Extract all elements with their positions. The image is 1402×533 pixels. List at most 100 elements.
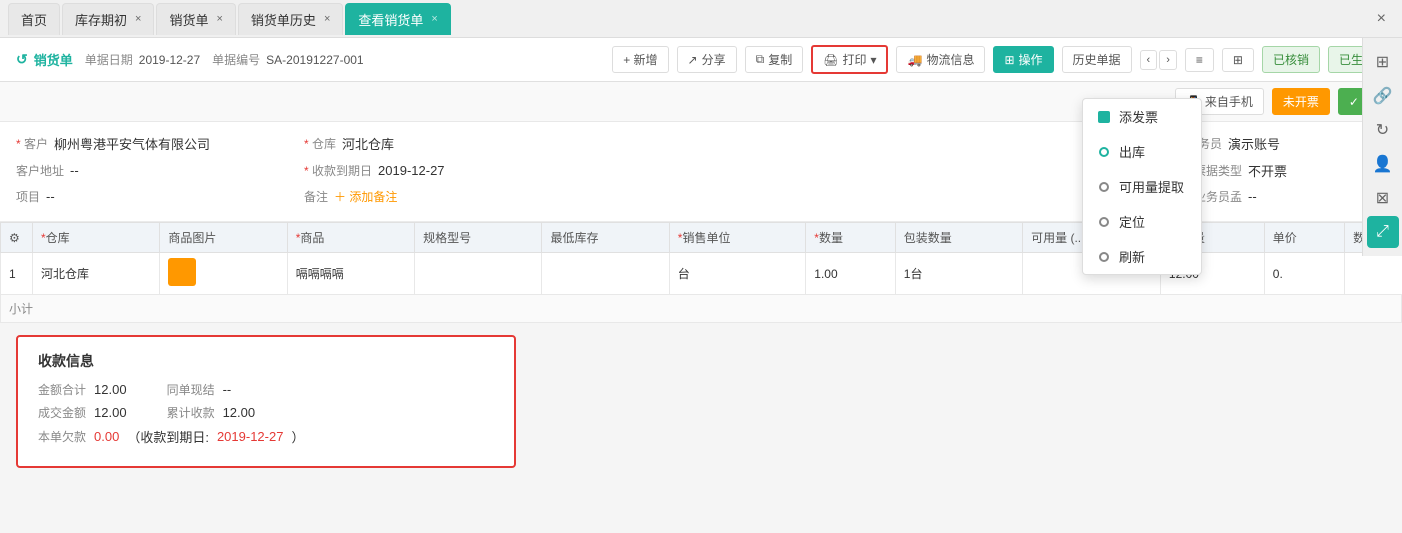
dropdown-locate[interactable]: 定位 (1083, 204, 1201, 239)
sidebar-icon-5[interactable]: ⊠ (1367, 182, 1399, 214)
available-qty-icon (1097, 180, 1111, 194)
col-unit-price: 单价 (1264, 223, 1344, 253)
logistics-button[interactable]: 🚚 物流信息 (896, 46, 985, 73)
staff2-value: -- (1248, 189, 1257, 204)
dropdown-available-qty[interactable]: 可用量提取 (1083, 169, 1201, 204)
circle-gray-icon-1 (1099, 182, 1109, 192)
row-image (160, 253, 287, 295)
tab-view-sales[interactable]: 查看销货单 × (345, 3, 450, 35)
operation-button[interactable]: ⊞ 操作 (993, 46, 1053, 73)
payment-row-2: 成交金额 12.00 累计收款 12.00 (38, 404, 494, 421)
nav-arrows: ‹ › (1140, 50, 1177, 70)
add-note-button[interactable]: ＋ 添加备注 (334, 188, 397, 205)
same-order-value: -- (223, 382, 232, 397)
due-date: 2019-12-27 (217, 429, 284, 444)
available-qty-label: 可用量提取 (1119, 177, 1184, 196)
warehouse-field: 仓库 河北仓库 (304, 134, 504, 153)
payment-date-label: 收款到期日 (304, 162, 372, 179)
product-image (168, 258, 196, 286)
tab-sales-history-close[interactable]: × (324, 13, 330, 25)
copy-icon: ⧉ (756, 52, 765, 67)
tab-sales-history[interactable]: 销货单历史 × (238, 3, 343, 35)
payment-section: 收款信息 金额合计 12.00 同单现结 -- 成交金额 12.00 累计收款 … (16, 335, 516, 468)
sidebar-icon-4[interactable]: 👤 (1367, 148, 1399, 180)
tab-view-sales-label: 查看销货单 (358, 10, 423, 29)
dropdown-out-warehouse[interactable]: 出库 (1083, 134, 1201, 169)
grid-view-button[interactable]: ⊞ (1222, 48, 1254, 72)
sidebar-icon-3[interactable]: ↻ (1367, 114, 1399, 146)
row-min-stock (542, 253, 669, 295)
sold-status-badge: 已核销 (1262, 46, 1320, 73)
payment-row-1: 金额合计 12.00 同单现结 -- (38, 381, 494, 398)
col-unit: *销售单位 (669, 223, 806, 253)
tab-sales[interactable]: 销货单 × (156, 3, 235, 35)
add-invoice-label: 添发票 (1119, 107, 1158, 126)
row-product: 嗝嗝嗝嗝 (287, 253, 414, 295)
document-header: ↺ 销货单 单据日期 2019-12-27 单据编号 SA-20191227-0… (0, 38, 1402, 82)
circle-gray-icon-3 (1099, 252, 1109, 262)
logistics-icon: 🚚 (907, 53, 922, 67)
share-icon: ↗ (688, 53, 698, 67)
dropdown-refresh[interactable]: 刷新 (1083, 239, 1201, 274)
payment-title: 收款信息 (38, 351, 494, 371)
payment-row-3: 本单欠款 0.00 （收款到期日: 2019-12-27 ） (38, 427, 494, 446)
history-button[interactable]: 历史单据 (1062, 46, 1132, 73)
refresh-label: 刷新 (1119, 247, 1145, 266)
staff2-field: 业务员孟 -- (1186, 188, 1386, 205)
print-dropdown-arrow: ▾ (870, 53, 876, 67)
copy-label: 复制 (768, 51, 792, 68)
add-invoice-icon (1097, 110, 1111, 124)
tab-home[interactable]: 首页 (8, 3, 60, 35)
sidebar-icon-1[interactable]: ⊞ (1367, 46, 1399, 78)
tab-inventory-label: 库存期初 (75, 10, 127, 29)
main-close-button[interactable]: × (1369, 6, 1394, 32)
dropdown-menu: 添发票 出库 可用量提取 定位 刷新 (1082, 98, 1202, 275)
logistics-label: 物流信息 (926, 51, 974, 68)
due-end: ） (291, 427, 304, 446)
customer-label: 客户 (16, 135, 48, 152)
payment-date-field: 收款到期日 2019-12-27 (304, 162, 504, 179)
tab-inventory[interactable]: 库存期初 × (62, 3, 154, 35)
prev-button[interactable]: ‹ (1140, 50, 1158, 70)
due-field: 本单欠款 0.00 （收款到期日: 2019-12-27 ） (38, 427, 304, 446)
print-icon: 🖨 (823, 53, 838, 67)
add-note-icon: ＋ (334, 190, 346, 204)
staff-value: 演示账号 (1228, 134, 1280, 153)
sidebar-icon-2[interactable]: 🔗 (1367, 80, 1399, 112)
total-amount-field: 金额合计 12.00 (38, 381, 127, 398)
total-label: 金额合计 (38, 381, 86, 398)
tab-inventory-close[interactable]: × (135, 13, 141, 25)
unopened-button[interactable]: 未开票 (1272, 88, 1330, 115)
share-button[interactable]: ↗ 分享 (677, 46, 737, 73)
customer-value: 柳州粤港平安气体有限公司 (54, 134, 210, 153)
copy-button[interactable]: ⧉ 复制 (745, 46, 804, 73)
col-pack-qty: 包装数量 (895, 223, 1022, 253)
confirm-icon: ✓ (1349, 95, 1359, 109)
next-button[interactable]: › (1159, 50, 1177, 70)
row-index: 1 (1, 253, 33, 295)
new-button[interactable]: + 新增 (612, 46, 668, 73)
accumulated-field: 累计收款 12.00 (167, 404, 256, 421)
operation-icon: ⊞ (1004, 53, 1014, 67)
col-settings: ⚙ (1, 223, 33, 253)
row-spec (415, 253, 542, 295)
tab-view-sales-close[interactable]: × (431, 13, 437, 25)
out-warehouse-label: 出库 (1119, 142, 1145, 161)
doc-type-icon: ↺ (16, 51, 28, 68)
ticket-type-field: 票据类型 不开票 (1186, 161, 1386, 180)
transaction-field: 成交金额 12.00 (38, 404, 127, 421)
accumulated-label: 累计收款 (167, 404, 215, 421)
sidebar-icon-expand[interactable]: ⤢ (1367, 216, 1399, 248)
col-warehouse: *仓库 (33, 223, 160, 253)
tab-sales-close[interactable]: × (216, 13, 222, 25)
tab-sales-history-label: 销货单历史 (251, 10, 316, 29)
ticket-type-value: 不开票 (1248, 161, 1287, 180)
row-quantity: 1.00 (806, 253, 895, 295)
tab-bar: 首页 库存期初 × 销货单 × 销货单历史 × 查看销货单 × × (0, 0, 1402, 38)
print-button[interactable]: 🖨 打印 ▾ (811, 45, 888, 74)
doc-number-value: SA-20191227-001 (266, 53, 363, 67)
total-value: 12.00 (94, 382, 127, 397)
list-view-button[interactable]: ≡ (1185, 48, 1214, 72)
dropdown-add-invoice[interactable]: 添发票 (1083, 99, 1201, 134)
out-warehouse-icon (1097, 145, 1111, 159)
